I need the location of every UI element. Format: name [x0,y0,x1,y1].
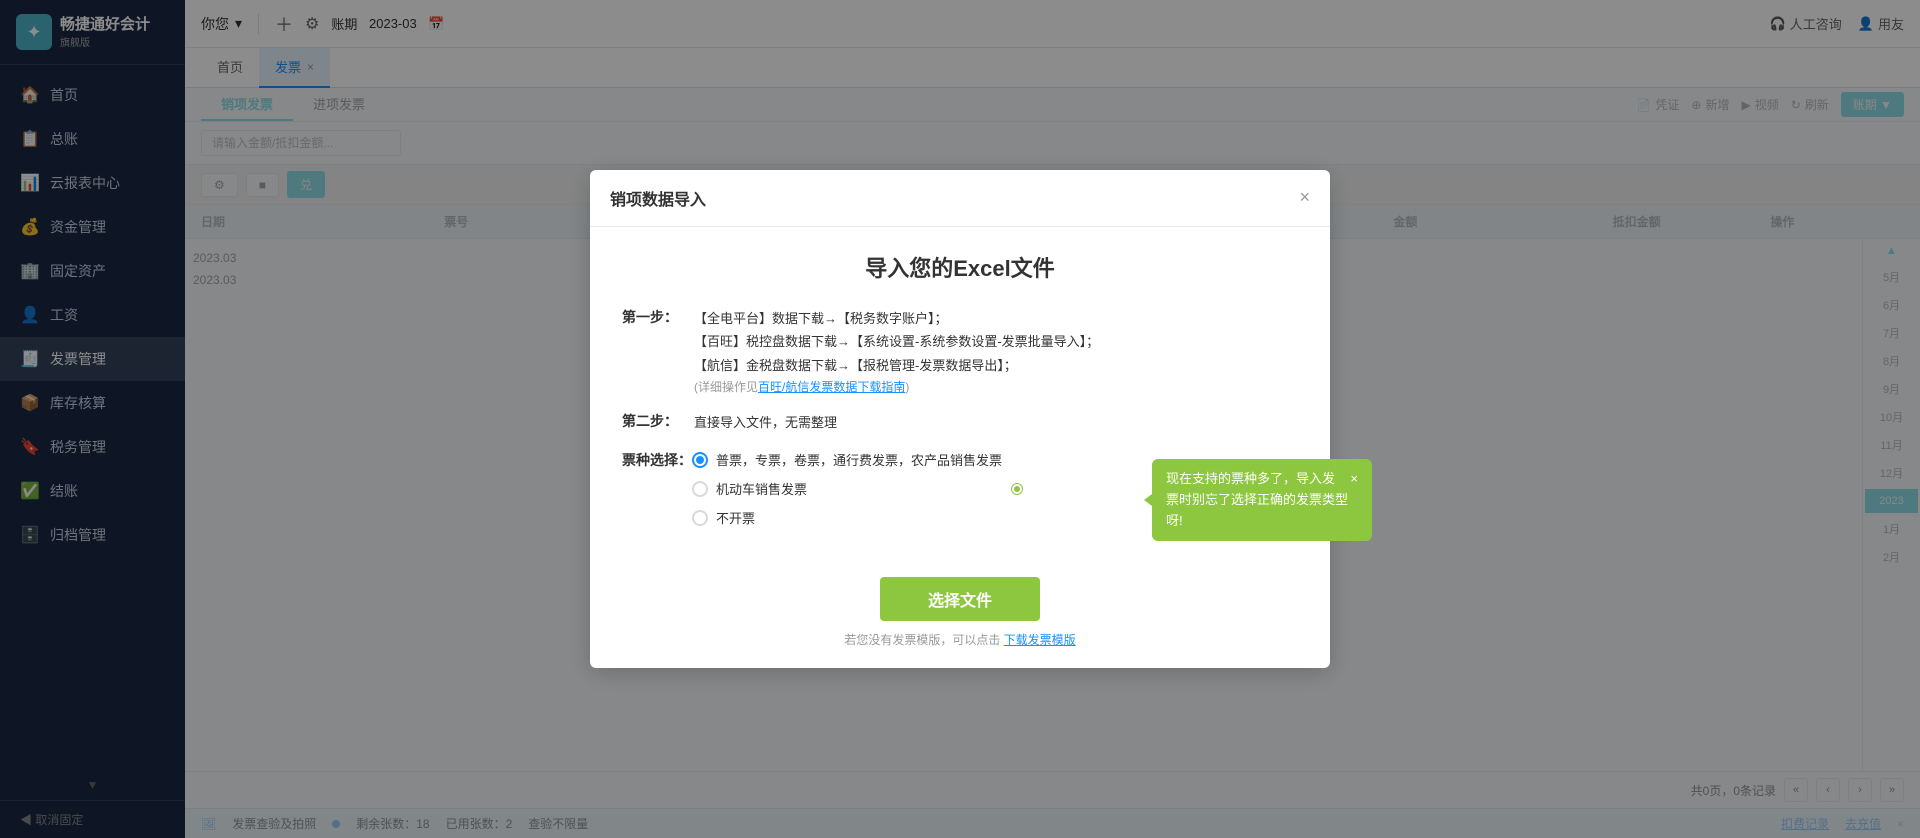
tooltip-bubble: × 现在支持的票种多了，导入发票时别忘了选择正确的发票类型呀! [1152,459,1372,541]
tooltip-arrow [1144,494,1152,506]
radio-dot-1 [696,456,704,464]
hint-link[interactable]: 百旺/航信发票数据下载指南 [758,380,905,394]
download-template-link[interactable]: 下载发票模版 [1004,633,1076,647]
modal-body: 导入您的Excel文件 第一步： 【全电平台】数据下载→【税务数字账户】； 【百… [590,227,1330,561]
modal-close-button[interactable]: × [1299,187,1310,208]
import-modal: 销项数据导入 × 导入您的Excel文件 第一步： 【全电平台】数据下载→【税务… [590,170,1330,668]
modal-title: 销项数据导入 [610,186,706,210]
ticket-label: 票种选择： [622,450,692,470]
step1-line2: 【百旺】税控盘数据下载→【系统设置-系统参数设置-发票批量导入】； [694,330,1099,353]
step2-content: 直接导入文件，无需整理 [694,411,837,434]
radio-label-1: 普票，专票，卷票，通行费发票，农产品销售发票 [716,450,1002,469]
select-file-button[interactable]: 选择文件 [880,577,1040,621]
tooltip-connector-dot [1012,484,1022,494]
radio-circle-3 [692,510,708,526]
hint-pre: (详细操作见 [694,380,758,394]
modal-main-title: 导入您的Excel文件 [622,251,1298,283]
download-hint-pre: 若您没有发票模版，可以点击 [844,633,1000,647]
step1-content: 【全电平台】数据下载→【税务数字账户】； 【百旺】税控盘数据下载→【系统设置-系… [694,307,1099,399]
step1-hint: (详细操作见百旺/航信发票数据下载指南) [694,377,1099,399]
step1-line1: 【全电平台】数据下载→【税务数字账户】； [694,307,1099,330]
radio-label-3: 不开票 [716,508,755,527]
step1-label: 第一步： [622,307,682,399]
radio-option-3[interactable]: 不开票 [692,508,1002,527]
download-hint: 若您没有发票模版，可以点击 下载发票模版 [622,631,1298,648]
radio-option-1[interactable]: 普票，专票，卷票，通行费发票，农产品销售发票 [692,450,1002,469]
step2-row: 第二步： 直接导入文件，无需整理 [622,411,1298,434]
tooltip-close-btn[interactable]: × [1350,469,1358,490]
radio-circle-1 [692,452,708,468]
hint-post: ) [905,380,909,394]
step1-row: 第一步： 【全电平台】数据下载→【税务数字账户】； 【百旺】税控盘数据下载→【系… [622,307,1298,399]
radio-circle-2 [692,481,708,497]
radio-option-2[interactable]: 机动车销售发票 × 现在支持的票种多了，导入发票时别忘了选择正确的发票类型呀! [692,479,1002,498]
modal-footer: 选择文件 若您没有发票模版，可以点击 下载发票模版 [590,561,1330,668]
radio-label-2: 机动车销售发票 [716,479,807,498]
step2-label: 第二步： [622,411,682,434]
step1-line3: 【航信】金税盘数据下载→【报税管理-发票数据导出】； [694,354,1099,377]
modal-overlay: 销项数据导入 × 导入您的Excel文件 第一步： 【全电平台】数据下载→【税务… [0,0,1920,838]
tooltip-text: 现在支持的票种多了，导入发票时别忘了选择正确的发票类型呀! [1166,471,1348,528]
ticket-selection-row: 票种选择： 普票，专票，卷票，通行费发票，农产品销售发票 机动车销售发票 [622,450,1298,537]
modal-header: 销项数据导入 × [590,170,1330,227]
radio-group: 普票，专票，卷票，通行费发票，农产品销售发票 机动车销售发票 × 现在支持的票种… [692,450,1002,537]
